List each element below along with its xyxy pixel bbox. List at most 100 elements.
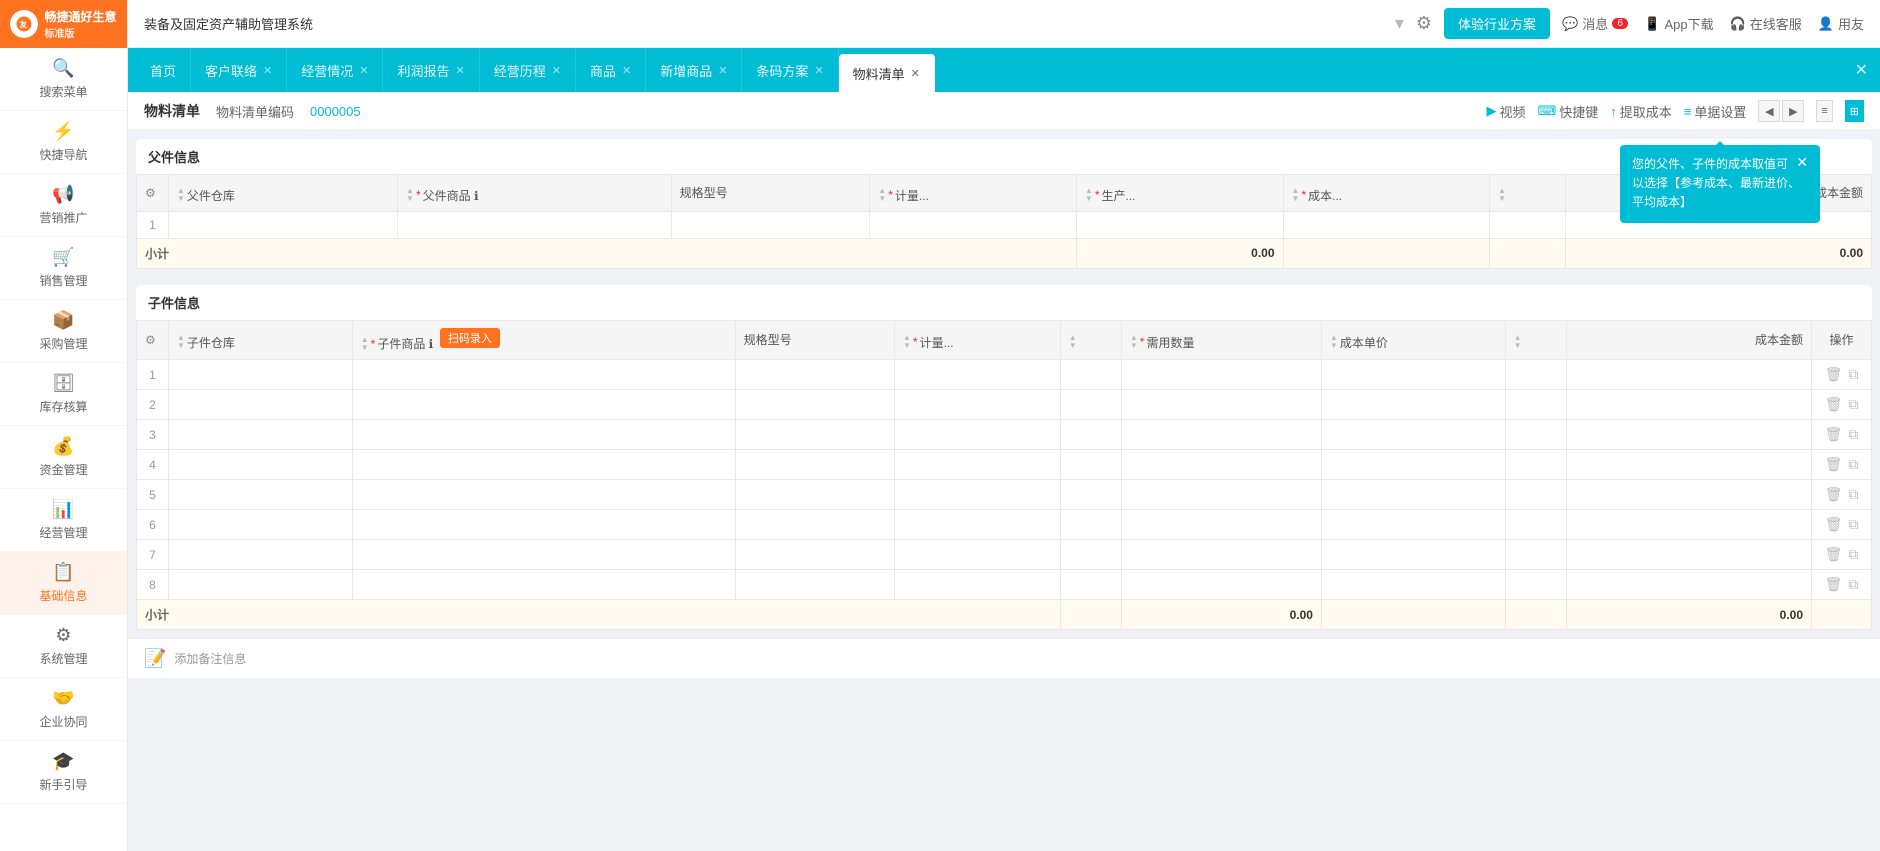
delete-icon[interactable]: 🗑 [1825,576,1843,593]
delete-icon[interactable]: 🗑 [1825,516,1843,533]
child-qty-cell[interactable] [1121,570,1321,600]
next-button[interactable]: ▶ [1782,100,1804,122]
child-unit-cost-cell[interactable] [1321,420,1505,450]
delete-icon[interactable]: 🗑 [1825,546,1843,563]
nav-tab-利润报告[interactable]: 利润报告 ✕ [383,48,479,92]
sidebar-item-enterprise[interactable]: 🤝企业协同 [0,678,127,741]
copy-icon[interactable]: ⧉ [1848,486,1858,503]
nav-tab-商品[interactable]: 商品 ✕ [576,48,646,92]
topbar-settings-icon[interactable]: ⚙ [1416,13,1432,34]
child-spec-cell[interactable] [735,480,894,510]
prev-button[interactable]: ◀ [1758,100,1780,122]
child-qty-cell[interactable] [1121,480,1321,510]
tab-close-icon[interactable]: ✕ [263,64,272,77]
nav-tab-新增商品[interactable]: 新增商品 ✕ [646,48,742,92]
tab-close-icon[interactable]: ✕ [622,64,631,77]
child-spec-cell[interactable] [735,390,894,420]
child-warehouse-cell[interactable] [169,480,353,510]
sidebar-item-marketing[interactable]: 📢营销推广 [0,174,127,237]
delete-icon[interactable]: 🗑 [1825,396,1843,413]
child-unit-cost-cell[interactable] [1321,450,1505,480]
parent-cost-cell[interactable] [1283,211,1490,238]
copy-icon[interactable]: ⧉ [1848,456,1858,473]
child-gear-icon[interactable]: ⚙ [145,333,156,347]
delete-icon[interactable]: 🗑 [1825,456,1843,473]
grid-view-button[interactable]: ⊞ [1845,100,1864,122]
child-product-cell[interactable] [352,510,735,540]
child-warehouse-cell[interactable] [169,540,353,570]
child-qty-cell[interactable] [1121,510,1321,540]
sidebar-item-inventory[interactable]: 🗄库存核算 [0,363,127,426]
delete-icon[interactable]: 🗑 [1825,486,1843,503]
child-qty-cell[interactable] [1121,360,1321,390]
child-unit-cell[interactable] [895,390,1061,420]
child-warehouse-cell[interactable] [169,390,353,420]
sidebar-item-search[interactable]: 🔍搜索菜单 [0,48,127,111]
trial-button[interactable]: 体验行业方案 [1444,8,1550,39]
child-unit-cost-cell[interactable] [1321,480,1505,510]
child-spec-cell[interactable] [735,360,894,390]
child-unit-cell[interactable] [895,480,1061,510]
child-unit-cell[interactable] [895,360,1061,390]
tab-close-icon[interactable]: ✕ [814,64,823,77]
note-placeholder[interactable]: 添加备注信息 [174,650,246,667]
child-unit-cost-cell[interactable] [1321,390,1505,420]
child-unit-cell[interactable] [895,540,1061,570]
child-warehouse-cell[interactable] [169,420,353,450]
nav-tab-条码方案[interactable]: 条码方案 ✕ [742,48,838,92]
app-download-button[interactable]: 📱 App下载 [1644,14,1713,33]
child-spec-cell[interactable] [735,540,894,570]
child-product-cell[interactable] [352,540,735,570]
child-warehouse-cell[interactable] [169,360,353,390]
copy-icon[interactable]: ⧉ [1848,396,1858,413]
sidebar-item-system[interactable]: ⚙系统管理 [0,615,127,678]
nav-tab-客户联络[interactable]: 客户联络 ✕ [191,48,287,92]
gear-icon[interactable]: ⚙ [145,186,156,200]
copy-icon[interactable]: ⧉ [1848,516,1858,533]
child-qty-cell[interactable] [1121,390,1321,420]
sidebar-item-finance[interactable]: 💰资金管理 [0,426,127,489]
child-product-cell[interactable] [352,390,735,420]
sidebar-item-quick-nav[interactable]: ⚡快捷导航 [0,111,127,174]
child-product-cell[interactable] [352,480,735,510]
child-unit-cell[interactable] [895,570,1061,600]
tab-close-icon[interactable]: ✕ [718,64,727,77]
child-unit-cell[interactable] [895,510,1061,540]
copy-icon[interactable]: ⧉ [1848,426,1858,443]
child-warehouse-cell[interactable] [169,510,353,540]
scan-input-button[interactable]: 扫码录入 [440,328,500,348]
extract-cost-button[interactable]: ↑ 提取成本 [1610,102,1672,121]
single-settings-button[interactable]: ≡ 单据设置 [1684,102,1747,121]
child-unit-cost-cell[interactable] [1321,360,1505,390]
nav-tab-首页[interactable]: 首页 [136,48,191,92]
nav-tab-经营情况[interactable]: 经营情况 ✕ [287,48,383,92]
child-unit-cell[interactable] [895,450,1061,480]
tooltip-close-icon[interactable]: ✕ [1796,155,1808,169]
nav-tab-物料清单[interactable]: 物料清单 ✕ [839,54,935,92]
nav-tab-经营历程[interactable]: 经营历程 ✕ [480,48,576,92]
tab-close-icon[interactable]: ✕ [911,67,920,80]
list-view-button[interactable]: ≡ [1816,100,1832,122]
topbar-dropdown-icon[interactable]: ▾ [1395,13,1404,34]
parent-spec-cell[interactable] [671,211,870,238]
child-product-cell[interactable] [352,420,735,450]
child-warehouse-cell[interactable] [169,450,353,480]
tab-close-icon[interactable]: ✕ [456,64,465,77]
close-tab-icon[interactable]: ✕ [1843,60,1880,80]
child-product-cell[interactable] [352,570,735,600]
child-unit-cell[interactable] [895,420,1061,450]
parent-produce-cell[interactable] [1076,211,1283,238]
child-qty-cell[interactable] [1121,450,1321,480]
message-button[interactable]: 💬 消息 6 [1562,14,1628,33]
child-qty-cell[interactable] [1121,540,1321,570]
online-service-button[interactable]: 🎧 在线客服 [1730,14,1802,33]
user-button[interactable]: 👤 用友 [1818,14,1864,33]
child-qty-cell[interactable] [1121,420,1321,450]
view-video-button[interactable]: ▶ 视频 [1486,102,1525,121]
sidebar-item-guide[interactable]: 🎓新手引导 [0,741,127,804]
shortcut-button[interactable]: ⌨ 快捷键 [1537,102,1598,121]
tab-close-icon[interactable]: ✕ [359,64,368,77]
delete-icon[interactable]: 🗑 [1825,426,1843,443]
child-warehouse-cell[interactable] [169,570,353,600]
child-unit-cost-cell[interactable] [1321,540,1505,570]
